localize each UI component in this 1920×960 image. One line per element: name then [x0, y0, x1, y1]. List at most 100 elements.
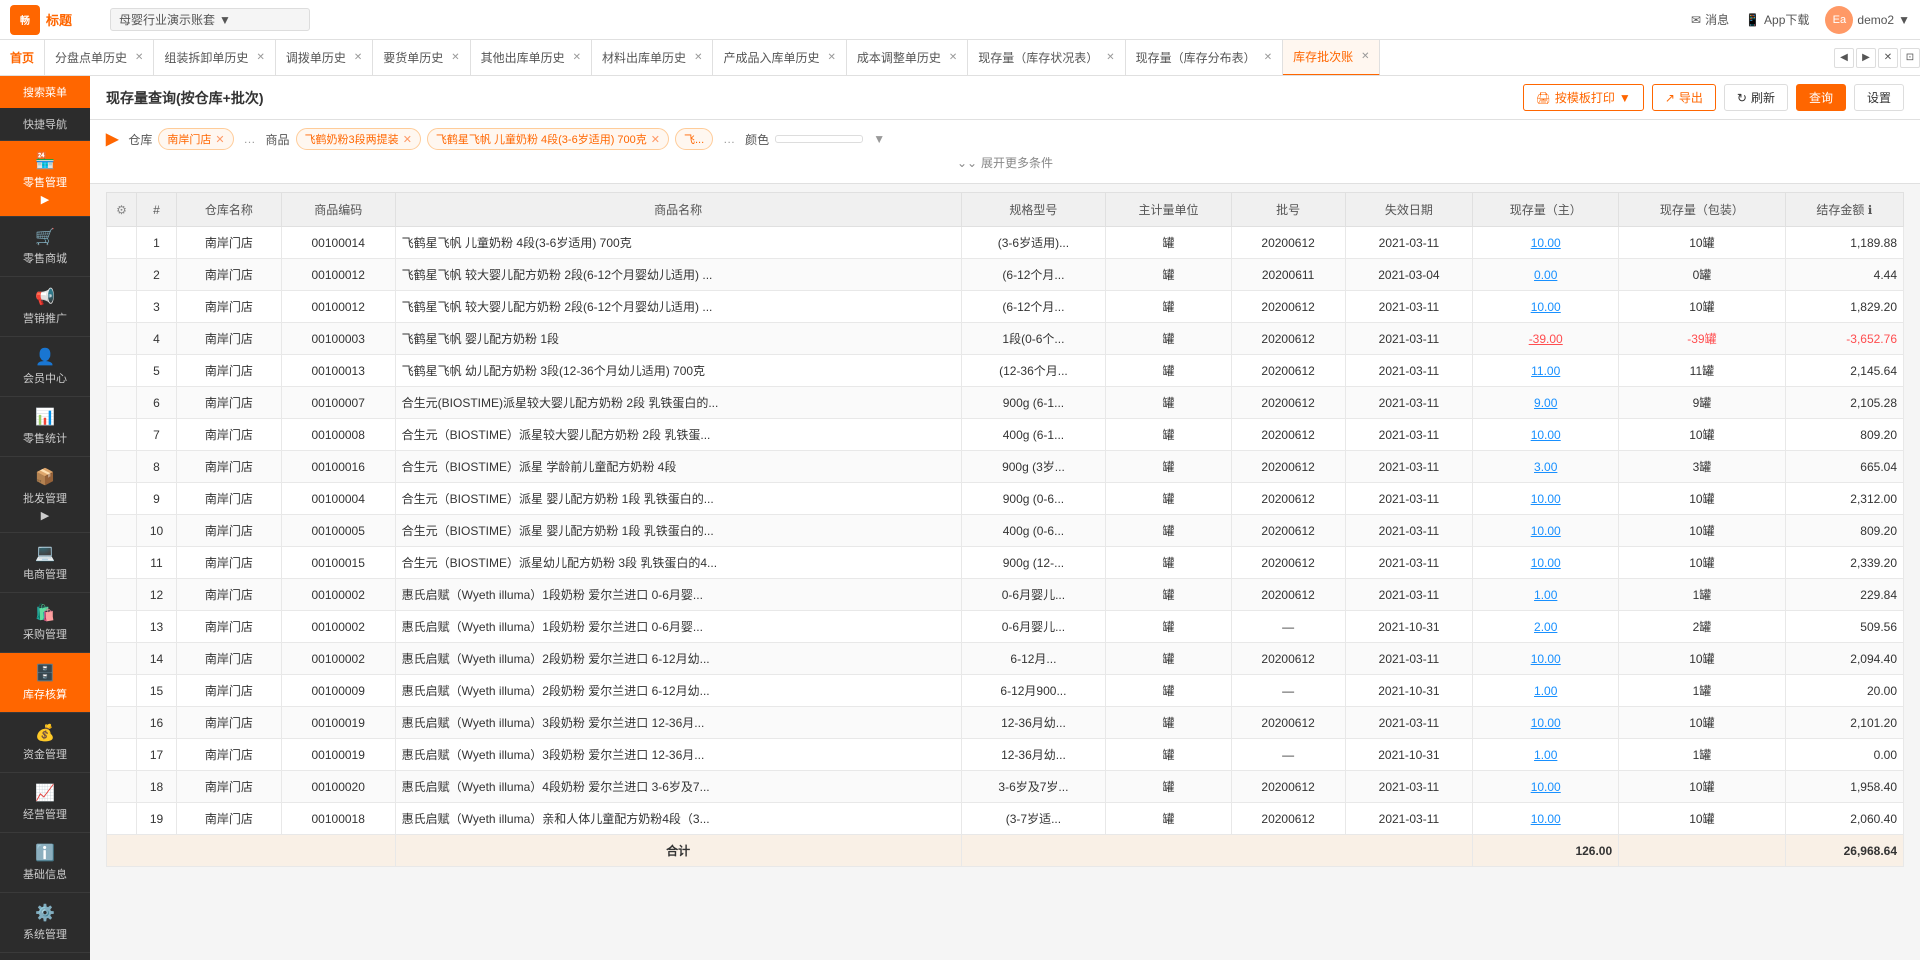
row-qty-main[interactable]: 10.00	[1473, 707, 1619, 739]
warehouse-more[interactable]: …	[244, 132, 256, 146]
row-batch: —	[1231, 611, 1345, 643]
tab-qitachu[interactable]: 其他出库单历史 ✕	[471, 40, 592, 76]
color-input[interactable]	[775, 135, 863, 143]
product-more[interactable]: …	[723, 132, 735, 146]
row-qty-main[interactable]: 10.00	[1473, 419, 1619, 451]
print-button[interactable]: 🖨 按模板打印 ▼	[1523, 84, 1644, 111]
row-qty-main[interactable]: 3.00	[1473, 451, 1619, 483]
tab-nav-arrows: ◀ ▶ ✕ ⊡	[1834, 48, 1920, 68]
close-icon[interactable]: ✕	[135, 52, 143, 63]
tab-home[interactable]: 首页	[0, 40, 45, 76]
tab-cailiaochu[interactable]: 材料出库单历史 ✕	[592, 40, 713, 76]
sidebar-item-caig[interactable]: 🛍️ 采购管理	[0, 593, 90, 653]
chevron-right-icon: ▶	[41, 193, 49, 206]
sidebar-item-lingsh[interactable]: 🏪 零售管理 ▶	[0, 141, 90, 217]
row-warehouse: 南岸门店	[177, 355, 282, 387]
row-amount: 2,101.20	[1785, 707, 1903, 739]
expand-more-button[interactable]: ⌄⌄ 展开更多条件	[106, 150, 1904, 175]
close-icon[interactable]: ✕	[256, 52, 264, 63]
tab-chanchenru[interactable]: 产成品入库单历史 ✕	[713, 40, 846, 76]
tab-kucunpici[interactable]: 库存批次账 ✕	[1283, 40, 1380, 76]
table-settings-icon[interactable]: ⚙	[116, 203, 127, 217]
row-code: 00100014	[281, 227, 395, 259]
sidebar-item-huiy[interactable]: 👤 会员中心	[0, 337, 90, 397]
sidebar-item-jichu[interactable]: ℹ️ 基础信息	[0, 833, 90, 893]
close-icon[interactable]: ✕	[451, 52, 459, 63]
remove-product-filter-2[interactable]: ✕	[651, 133, 660, 146]
sidebar-item-zijin[interactable]: 💰 资金管理	[0, 713, 90, 773]
close-icon[interactable]: ✕	[1361, 51, 1369, 62]
row-qty-main[interactable]: -39.00	[1473, 323, 1619, 355]
sidebar-search[interactable]: 搜索菜单	[0, 76, 90, 108]
row-warehouse: 南岸门店	[177, 259, 282, 291]
row-qty-main[interactable]: 1.00	[1473, 739, 1619, 771]
row-qty-main[interactable]: 1.00	[1473, 579, 1619, 611]
filter-expand-arrow[interactable]: ▶	[106, 129, 118, 149]
sidebar-item-pifa[interactable]: 📦 批发管理 ▶	[0, 457, 90, 533]
row-code: 00100019	[281, 707, 395, 739]
sidebar-item-diansh[interactable]: 💻 电商管理	[0, 533, 90, 593]
row-qty-main[interactable]: 10.00	[1473, 771, 1619, 803]
row-qty-main[interactable]: 10.00	[1473, 291, 1619, 323]
close-icon[interactable]: ✕	[949, 52, 957, 63]
tab-xiancunfen[interactable]: 现存量（库存分布表） ✕	[1126, 40, 1283, 76]
tab-prev-arrow[interactable]: ◀	[1834, 48, 1854, 68]
product-tag-3[interactable]: 飞...	[675, 128, 713, 150]
close-icon[interactable]: ✕	[1264, 52, 1272, 63]
app-download-button[interactable]: 📱 App下载	[1745, 11, 1809, 28]
sidebar-item-jingying[interactable]: 📈 经营管理	[0, 773, 90, 833]
tab-zuhe[interactable]: 组装拆卸单历史 ✕	[154, 40, 275, 76]
user-menu[interactable]: Ea demo2 ▼	[1825, 6, 1910, 34]
settings-button[interactable]: 设置	[1854, 84, 1904, 111]
tab-fullscreen[interactable]: ⊡	[1900, 48, 1920, 68]
close-icon[interactable]: ✕	[354, 52, 362, 63]
close-icon[interactable]: ✕	[694, 52, 702, 63]
tab-fenpan[interactable]: 分盘点单历史 ✕	[45, 40, 154, 76]
refresh-button[interactable]: ↻ 刷新	[1724, 84, 1788, 111]
sidebar-item-lingst[interactable]: 📊 零售统计	[0, 397, 90, 457]
sidebar-item-yingx[interactable]: 📢 营销推广	[0, 277, 90, 337]
row-qty-main[interactable]: 9.00	[1473, 387, 1619, 419]
tab-next-arrow[interactable]: ▶	[1856, 48, 1876, 68]
row-qty-main[interactable]: 2.00	[1473, 611, 1619, 643]
sidebar-item-xitong[interactable]: ⚙️ 系统管理	[0, 893, 90, 953]
export-button[interactable]: ↗ 导出	[1652, 84, 1716, 111]
color-dropdown-arrow[interactable]: ▼	[873, 132, 885, 146]
sidebar-quick-nav[interactable]: 快捷导航	[0, 108, 90, 141]
account-selector[interactable]: 母婴行业演示账套 ▼	[110, 8, 310, 31]
warehouse-tag[interactable]: 南岸门店 ✕	[158, 128, 233, 150]
tab-xiancunzhuang[interactable]: 现存量（库存状况表） ✕	[968, 40, 1125, 76]
product-tag-1[interactable]: 飞鹤奶粉3段两提装 ✕	[296, 128, 421, 150]
tab-tiaob[interactable]: 调拨单历史 ✕	[276, 40, 373, 76]
row-checkbox	[107, 643, 137, 675]
query-button[interactable]: 查询	[1796, 84, 1846, 111]
row-qty-main[interactable]: 10.00	[1473, 547, 1619, 579]
row-qty-main[interactable]: 10.00	[1473, 643, 1619, 675]
close-icon[interactable]: ✕	[827, 52, 835, 63]
close-icon[interactable]: ✕	[1106, 52, 1114, 63]
table-row: 2南岸门店00100012飞鹤星飞帆 较大婴儿配方奶粉 2段(6-12个月婴幼儿…	[107, 259, 1904, 291]
row-qty-main[interactable]: 10.00	[1473, 803, 1619, 835]
sidebar-item-lingsc[interactable]: 🛒 零售商城	[0, 217, 90, 277]
row-qty-main[interactable]: 1.00	[1473, 675, 1619, 707]
row-batch: 20200611	[1231, 259, 1345, 291]
row-qty-main[interactable]: 10.00	[1473, 227, 1619, 259]
tab-close-current[interactable]: ✕	[1878, 48, 1898, 68]
tab-chengbentiao[interactable]: 成本调整单历史 ✕	[847, 40, 968, 76]
tab-yaohuo[interactable]: 要货单历史 ✕	[373, 40, 470, 76]
remove-warehouse-filter[interactable]: ✕	[215, 133, 224, 146]
row-spec: 12-36月幼...	[961, 707, 1106, 739]
message-button[interactable]: ✉ 消息	[1691, 11, 1729, 28]
sidebar-item-qiye[interactable]: 🤝 企业协同	[0, 953, 90, 960]
row-qty-main[interactable]: 10.00	[1473, 483, 1619, 515]
sidebar-item-kuch[interactable]: 🗄️ 库存核算	[0, 653, 90, 713]
row-qty-main[interactable]: 11.00	[1473, 355, 1619, 387]
filter-warehouse: 仓库 南岸门店 ✕	[128, 128, 233, 150]
row-qty-main[interactable]: 10.00	[1473, 515, 1619, 547]
remove-product-filter-1[interactable]: ✕	[403, 133, 412, 146]
row-amount: 4.44	[1785, 259, 1903, 291]
row-qty-pkg: 11罐	[1619, 355, 1786, 387]
product-tag-2[interactable]: 飞鹤星飞帆 儿童奶粉 4段(3-6岁适用) 700克 ✕	[427, 128, 669, 150]
row-qty-main[interactable]: 0.00	[1473, 259, 1619, 291]
close-icon[interactable]: ✕	[573, 52, 581, 63]
